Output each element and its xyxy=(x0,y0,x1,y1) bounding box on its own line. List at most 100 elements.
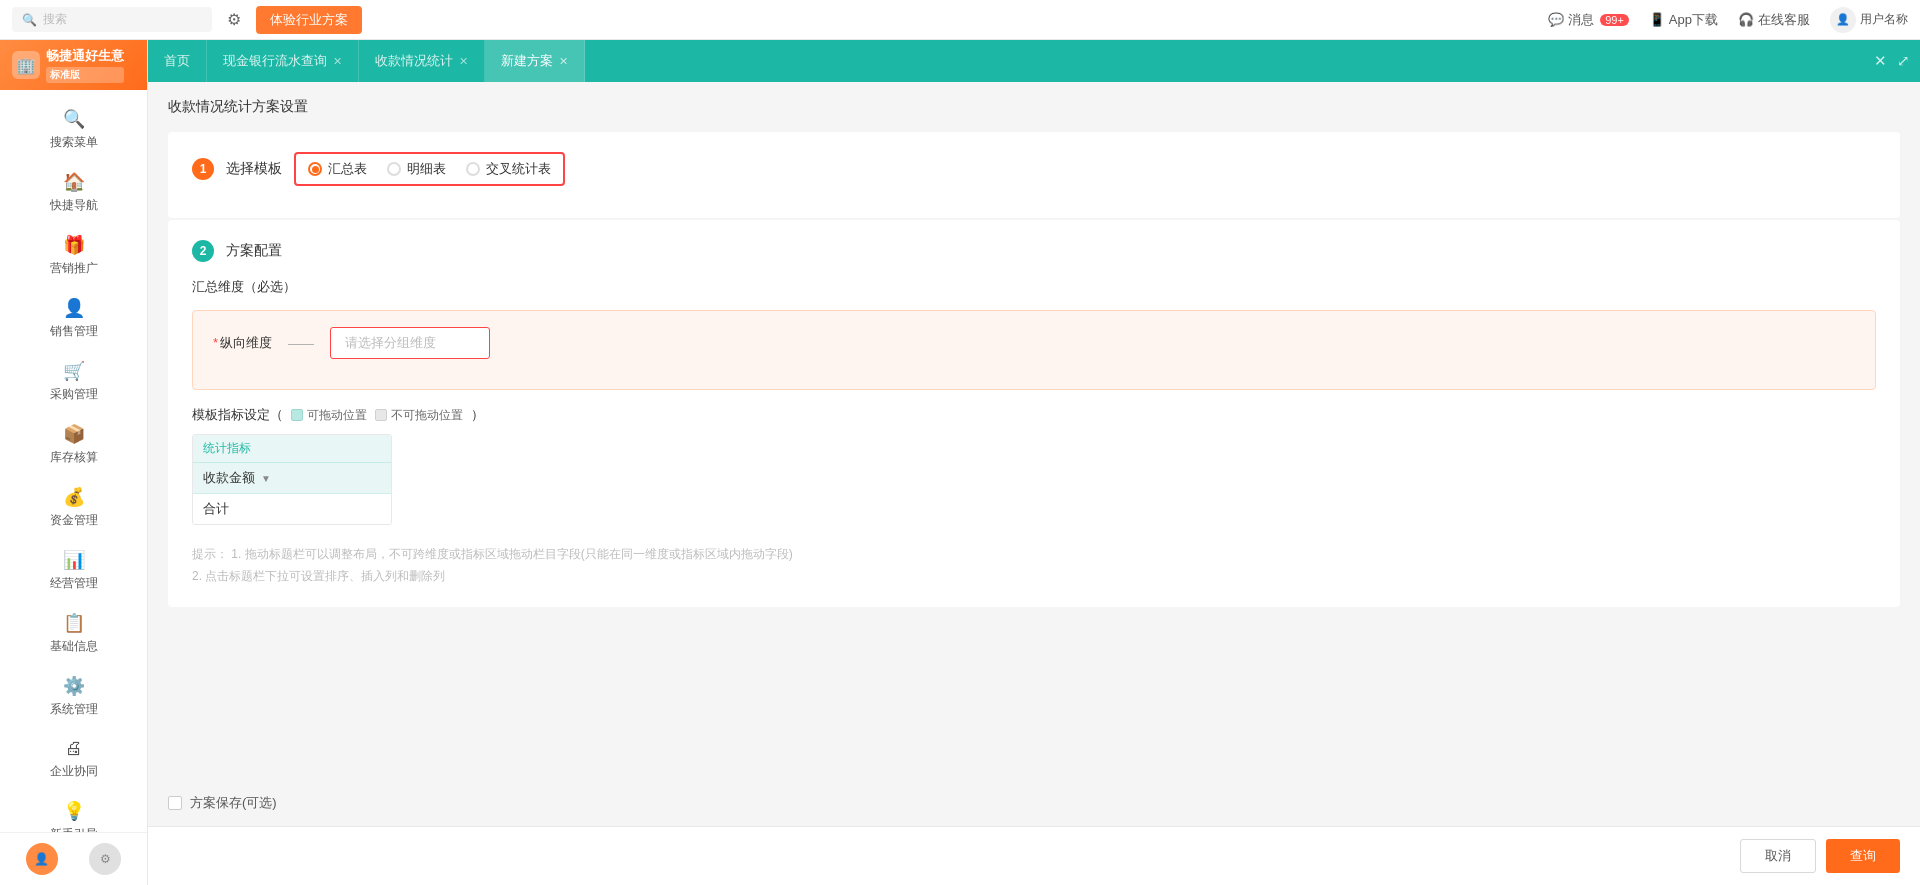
tab-cashflow[interactable]: 现金银行流水查询 ✕ xyxy=(207,40,359,82)
sidebar-item-label: 快捷导航 xyxy=(50,197,98,214)
template-detail-label: 明细表 xyxy=(407,160,446,178)
dimension-area: *纵向维度 —— 请选择分组维度 xyxy=(192,310,1876,390)
chart-icon: 📊 xyxy=(63,549,85,571)
trial-button[interactable]: 体验行业方案 xyxy=(256,6,362,34)
fixed-dot xyxy=(375,409,387,421)
tab-cashflow-close[interactable]: ✕ xyxy=(333,55,342,68)
hint-section: 提示： 1. 拖动标题栏可以调整布局，不可跨维度或指标区域拖动栏目字段(只能在同… xyxy=(192,544,1876,587)
settings-icon[interactable]: ⚙ xyxy=(220,6,248,34)
sidebar-item-label: 营销推广 xyxy=(50,260,98,277)
step2-section: 2 方案配置 汇总维度（必选） *纵向维度 —— 请选择分组维度 xyxy=(168,220,1900,607)
draggable-dot xyxy=(291,409,303,421)
tab-receipts-close[interactable]: ✕ xyxy=(459,55,468,68)
user-name: 用户名称 xyxy=(1860,11,1908,28)
search-icon: 🔍 xyxy=(22,13,37,27)
radio-cross[interactable] xyxy=(466,162,480,176)
step2-num: 2 xyxy=(192,240,214,262)
notification-label: 消息 xyxy=(1568,11,1594,29)
phone-icon: 📱 xyxy=(1649,12,1665,27)
search-menu-icon: 🔍 xyxy=(63,108,85,130)
sidebar-item-marketing[interactable]: 🎁 营销推广 xyxy=(0,224,147,287)
sidebar-item-purchase[interactable]: 🛒 采购管理 xyxy=(0,350,147,413)
tab-newplan[interactable]: 新建方案 ✕ xyxy=(485,40,585,82)
tab-expand-icon[interactable]: ⤢ xyxy=(1897,52,1910,70)
step2-label: 方案配置 xyxy=(226,242,282,260)
tab-home-label: 首页 xyxy=(164,52,190,70)
tab-newplan-close[interactable]: ✕ xyxy=(559,55,568,68)
tab-bar-right: ✕ ⤢ xyxy=(1874,52,1920,70)
sidebar-item-label: 采购管理 xyxy=(50,386,98,403)
hint-text-2: 2. 点击标题栏下拉可设置排序、插入列和删除列 xyxy=(192,566,1876,588)
dimension-select[interactable]: 请选择分组维度 xyxy=(330,327,490,359)
notification-icon: 💬 xyxy=(1548,12,1564,27)
avatar: 👤 xyxy=(1830,7,1856,33)
save-checkbox[interactable] xyxy=(168,796,182,810)
save-section: 方案保存(可选) xyxy=(148,780,1920,826)
tab-close-icon[interactable]: ✕ xyxy=(1874,52,1887,70)
metrics-header-close: ） xyxy=(471,406,484,424)
sidebar-item-guide[interactable]: 💡 新手引导 xyxy=(0,790,147,832)
sidebar-item-finance[interactable]: 💰 资金管理 xyxy=(0,476,147,539)
gift-icon: 🎁 xyxy=(63,234,85,256)
bottom-bar: 取消 查询 xyxy=(148,826,1920,885)
finance-icon: 💰 xyxy=(63,486,85,508)
search-bar[interactable]: 🔍 搜索 xyxy=(12,7,212,32)
sidebar-item-enterprise[interactable]: 🖨 企业协同 xyxy=(0,728,147,790)
sidebar-item-management[interactable]: 📊 经营管理 xyxy=(0,539,147,602)
template-detail[interactable]: 明细表 xyxy=(387,160,446,178)
tab-receipts-label: 收款情况统计 xyxy=(375,52,453,70)
logo-content: 畅捷通好生意 标准版 xyxy=(46,47,124,83)
required-marker: * xyxy=(213,335,218,350)
top-header: 🔍 搜索 ⚙ 体验行业方案 💬 消息 99+ 📱 App下载 🎧 在线客服 👤 … xyxy=(0,0,1920,40)
metrics-setting-label: 模板指标设定（ xyxy=(192,406,283,424)
sidebar-item-label: 经营管理 xyxy=(50,575,98,592)
metric-chip[interactable]: 收款金额 ▼ xyxy=(193,463,391,494)
metric-subtotal: 合计 xyxy=(193,494,391,524)
template-summary[interactable]: 汇总表 xyxy=(308,160,367,178)
user-info[interactable]: 👤 用户名称 xyxy=(1830,7,1908,33)
vertical-label: *纵向维度 xyxy=(213,334,272,352)
arrow-icon: —— xyxy=(288,336,314,351)
radio-detail[interactable] xyxy=(387,162,401,176)
download-action[interactable]: 📱 App下载 xyxy=(1649,11,1718,29)
home-icon: 🏠 xyxy=(63,171,85,193)
save-label: 方案保存(可选) xyxy=(190,794,277,812)
content-area: 首页 现金银行流水查询 ✕ 收款情况统计 ✕ 新建方案 ✕ ✕ ⤢ 收款情况统计… xyxy=(148,40,1920,885)
page-title: 收款情况统计方案设置 xyxy=(168,98,1900,116)
sidebar: 🏢 畅捷通好生意 标准版 🔍 搜索菜单 🏠 快捷导航 🎁 营销推广 👤 销售管理 xyxy=(0,40,148,885)
sidebar-item-inventory[interactable]: 📦 库存核算 xyxy=(0,413,147,476)
radio-summary[interactable] xyxy=(308,162,322,176)
dimension-title: 汇总维度（必选） xyxy=(192,278,1876,296)
chip-dropdown-icon[interactable]: ▼ xyxy=(261,473,271,484)
tab-cashflow-label: 现金银行流水查询 xyxy=(223,52,327,70)
sidebar-logo: 🏢 畅捷通好生意 标准版 xyxy=(0,40,147,90)
settings-bottom[interactable]: ⚙ xyxy=(89,843,121,875)
metrics-section: 模板指标设定（ 可拖动位置 不可拖动位置 ） xyxy=(192,406,1876,528)
inventory-icon: 📦 xyxy=(63,423,85,445)
sidebar-item-search[interactable]: 🔍 搜索菜单 xyxy=(0,98,147,161)
tab-home[interactable]: 首页 xyxy=(148,40,207,82)
template-cross[interactable]: 交叉统计表 xyxy=(466,160,551,178)
sidebar-item-quicknav[interactable]: 🏠 快捷导航 xyxy=(0,161,147,224)
user-avatar-bottom[interactable]: 👤 xyxy=(26,843,58,875)
sidebar-item-system[interactable]: ⚙️ 系统管理 xyxy=(0,665,147,728)
metric-item-label: 收款金额 xyxy=(203,469,255,487)
step2-row: 2 方案配置 xyxy=(192,240,1876,262)
notification-badge: 99+ xyxy=(1600,14,1629,26)
sidebar-item-basicinfo[interactable]: 📋 基础信息 xyxy=(0,602,147,665)
search-placeholder-text: 搜索 xyxy=(43,11,67,28)
cancel-button[interactable]: 取消 xyxy=(1740,839,1816,873)
full-content: 收款情况统计方案设置 1 选择模板 汇总表 xyxy=(148,82,1920,885)
query-button[interactable]: 查询 xyxy=(1826,839,1900,873)
tab-receipts[interactable]: 收款情况统计 ✕ xyxy=(359,40,485,82)
notification-action[interactable]: 💬 消息 99+ xyxy=(1548,11,1629,29)
sales-icon: 👤 xyxy=(63,297,85,319)
sidebar-item-sales[interactable]: 👤 销售管理 xyxy=(0,287,147,350)
system-icon: ⚙️ xyxy=(63,675,85,697)
logo-icon: 🏢 xyxy=(12,51,40,79)
service-action[interactable]: 🎧 在线客服 xyxy=(1738,11,1810,29)
step1-section: 1 选择模板 汇总表 明细表 xyxy=(168,132,1900,218)
sidebar-nav: 🔍 搜索菜单 🏠 快捷导航 🎁 营销推广 👤 销售管理 🛒 采购管理 📦 xyxy=(0,90,147,832)
step1-num: 1 xyxy=(192,158,214,180)
logo-text: 畅捷通好生意 xyxy=(46,47,124,65)
